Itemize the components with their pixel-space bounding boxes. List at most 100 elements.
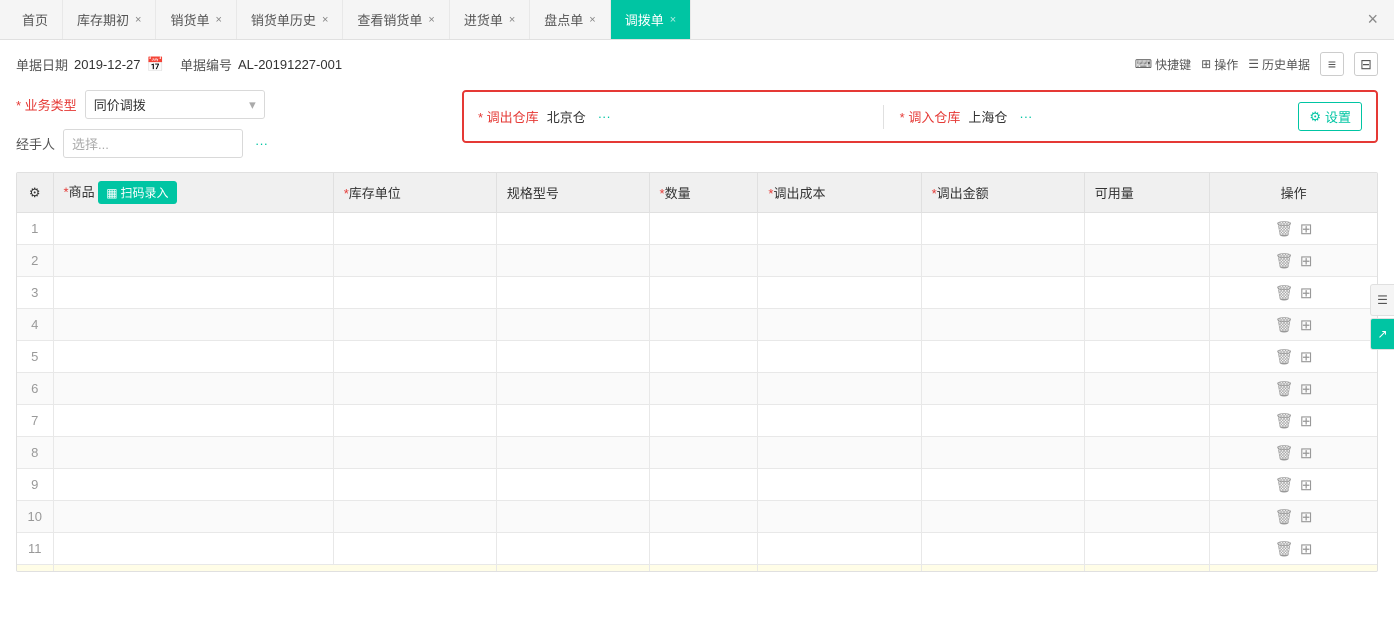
delete-icon[interactable]: 🗑 xyxy=(1275,348,1294,366)
tab-close-inventory-init[interactable]: × xyxy=(135,14,141,26)
unit-cell[interactable] xyxy=(333,341,496,373)
tab-sales-history[interactable]: 销货单历史× xyxy=(237,0,343,39)
copy-icon[interactable]: ⊞ xyxy=(1300,316,1313,334)
unit-cell[interactable] xyxy=(333,501,496,533)
product-cell[interactable] xyxy=(53,533,333,565)
product-cell[interactable] xyxy=(53,213,333,245)
product-cell[interactable] xyxy=(53,373,333,405)
product-cell[interactable] xyxy=(53,437,333,469)
delete-icon[interactable]: 🗑 xyxy=(1275,252,1294,270)
spec-cell[interactable] xyxy=(496,341,649,373)
copy-icon[interactable]: ⊞ xyxy=(1300,444,1313,462)
delete-icon[interactable]: 🗑 xyxy=(1275,540,1294,558)
cost-cell[interactable] xyxy=(758,277,921,309)
spec-cell[interactable] xyxy=(496,469,649,501)
copy-icon[interactable]: ⊞ xyxy=(1300,540,1313,558)
tab-sales-order[interactable]: 销货单× xyxy=(156,0,236,39)
spec-cell[interactable] xyxy=(496,245,649,277)
qty-cell[interactable] xyxy=(649,341,758,373)
tab-inventory-count[interactable]: 盘点单× xyxy=(530,0,610,39)
copy-icon[interactable]: ⊞ xyxy=(1300,348,1313,366)
qty-cell[interactable] xyxy=(649,437,758,469)
spec-cell[interactable] xyxy=(496,213,649,245)
tab-purchase-order[interactable]: 进货单× xyxy=(450,0,530,39)
copy-icon[interactable]: ⊞ xyxy=(1300,476,1313,494)
tab-view-sales[interactable]: 查看销货单× xyxy=(343,0,449,39)
delete-icon[interactable]: 🗑 xyxy=(1275,316,1294,334)
unit-cell[interactable] xyxy=(333,405,496,437)
cost-cell[interactable] xyxy=(758,245,921,277)
spec-cell[interactable] xyxy=(496,373,649,405)
cost-cell[interactable] xyxy=(758,373,921,405)
shortcut-key-button[interactable]: ⌨ 快捷键 xyxy=(1135,56,1191,73)
copy-icon[interactable]: ⊞ xyxy=(1300,252,1313,270)
scan-button[interactable]: ▦ 扫码录入 xyxy=(98,181,176,204)
business-type-select[interactable]: 同价调拨 ▾ xyxy=(85,90,265,119)
amount-cell[interactable] xyxy=(921,501,1084,533)
qty-cell[interactable] xyxy=(649,373,758,405)
qty-cell[interactable] xyxy=(649,309,758,341)
tab-home[interactable]: 首页 xyxy=(8,0,63,39)
history-button[interactable]: ☰ 历史单据 xyxy=(1248,56,1310,73)
unit-cell[interactable] xyxy=(333,437,496,469)
cost-cell[interactable] xyxy=(758,469,921,501)
delete-icon[interactable]: 🗑 xyxy=(1275,220,1294,238)
layout1-button[interactable]: ≡ xyxy=(1320,52,1344,76)
side-export-button[interactable]: ↗ xyxy=(1370,318,1394,350)
gear-column-header[interactable]: ⚙ xyxy=(17,173,53,213)
copy-icon-sub[interactable]: ⊞ xyxy=(1300,572,1313,573)
delete-icon[interactable]: 🗑 xyxy=(1275,476,1294,494)
cost-cell[interactable] xyxy=(758,533,921,565)
copy-icon[interactable]: ⊞ xyxy=(1300,380,1313,398)
unit-cell[interactable] xyxy=(333,277,496,309)
tab-inventory-init[interactable]: 库存期初× xyxy=(63,0,156,39)
tab-transfer[interactable]: 调拨单× xyxy=(611,0,691,39)
amount-cell[interactable] xyxy=(921,405,1084,437)
tab-close-transfer[interactable]: × xyxy=(670,14,676,26)
spec-cell[interactable] xyxy=(496,501,649,533)
settings-button[interactable]: ⚙ 设置 xyxy=(1298,102,1362,131)
qty-cell[interactable] xyxy=(649,501,758,533)
qty-cell[interactable] xyxy=(649,533,758,565)
unit-cell[interactable] xyxy=(333,373,496,405)
delete-icon-sub[interactable]: 🗑 xyxy=(1275,572,1294,573)
unit-cell[interactable] xyxy=(333,533,496,565)
amount-cell[interactable] xyxy=(921,373,1084,405)
delete-icon[interactable]: 🗑 xyxy=(1275,508,1294,526)
amount-cell[interactable] xyxy=(921,309,1084,341)
delete-icon[interactable]: 🗑 xyxy=(1275,284,1294,302)
unit-cell[interactable] xyxy=(333,469,496,501)
operation-button[interactable]: ⊞ 操作 xyxy=(1201,56,1238,73)
layout2-button[interactable]: ⊟ xyxy=(1354,52,1378,76)
qty-cell[interactable] xyxy=(649,277,758,309)
transfer-in-more-button[interactable]: ··· xyxy=(1019,109,1032,124)
copy-icon[interactable]: ⊞ xyxy=(1300,284,1313,302)
cost-cell[interactable] xyxy=(758,213,921,245)
product-cell[interactable] xyxy=(53,405,333,437)
amount-cell[interactable] xyxy=(921,341,1084,373)
delete-icon[interactable]: 🗑 xyxy=(1275,380,1294,398)
amount-cell[interactable] xyxy=(921,469,1084,501)
product-cell[interactable] xyxy=(53,245,333,277)
delete-icon[interactable]: 🗑 xyxy=(1275,444,1294,462)
amount-cell[interactable] xyxy=(921,533,1084,565)
cost-cell[interactable] xyxy=(758,309,921,341)
handler-select[interactable]: 选择... xyxy=(63,129,243,158)
copy-icon[interactable]: ⊞ xyxy=(1300,508,1313,526)
spec-cell[interactable] xyxy=(496,437,649,469)
product-cell[interactable] xyxy=(53,469,333,501)
spec-cell[interactable] xyxy=(496,277,649,309)
copy-icon[interactable]: ⊞ xyxy=(1300,220,1313,238)
cost-cell[interactable] xyxy=(758,501,921,533)
cost-cell[interactable] xyxy=(758,341,921,373)
copy-icon[interactable]: ⊞ xyxy=(1300,412,1313,430)
unit-cell[interactable] xyxy=(333,309,496,341)
tab-close-view-sales[interactable]: × xyxy=(428,14,434,26)
qty-cell[interactable] xyxy=(649,469,758,501)
spec-cell[interactable] xyxy=(496,309,649,341)
product-cell[interactable] xyxy=(53,341,333,373)
amount-cell[interactable] xyxy=(921,245,1084,277)
delete-icon[interactable]: 🗑 xyxy=(1275,412,1294,430)
handler-more-button[interactable]: ··· xyxy=(255,136,268,151)
qty-cell[interactable] xyxy=(649,245,758,277)
